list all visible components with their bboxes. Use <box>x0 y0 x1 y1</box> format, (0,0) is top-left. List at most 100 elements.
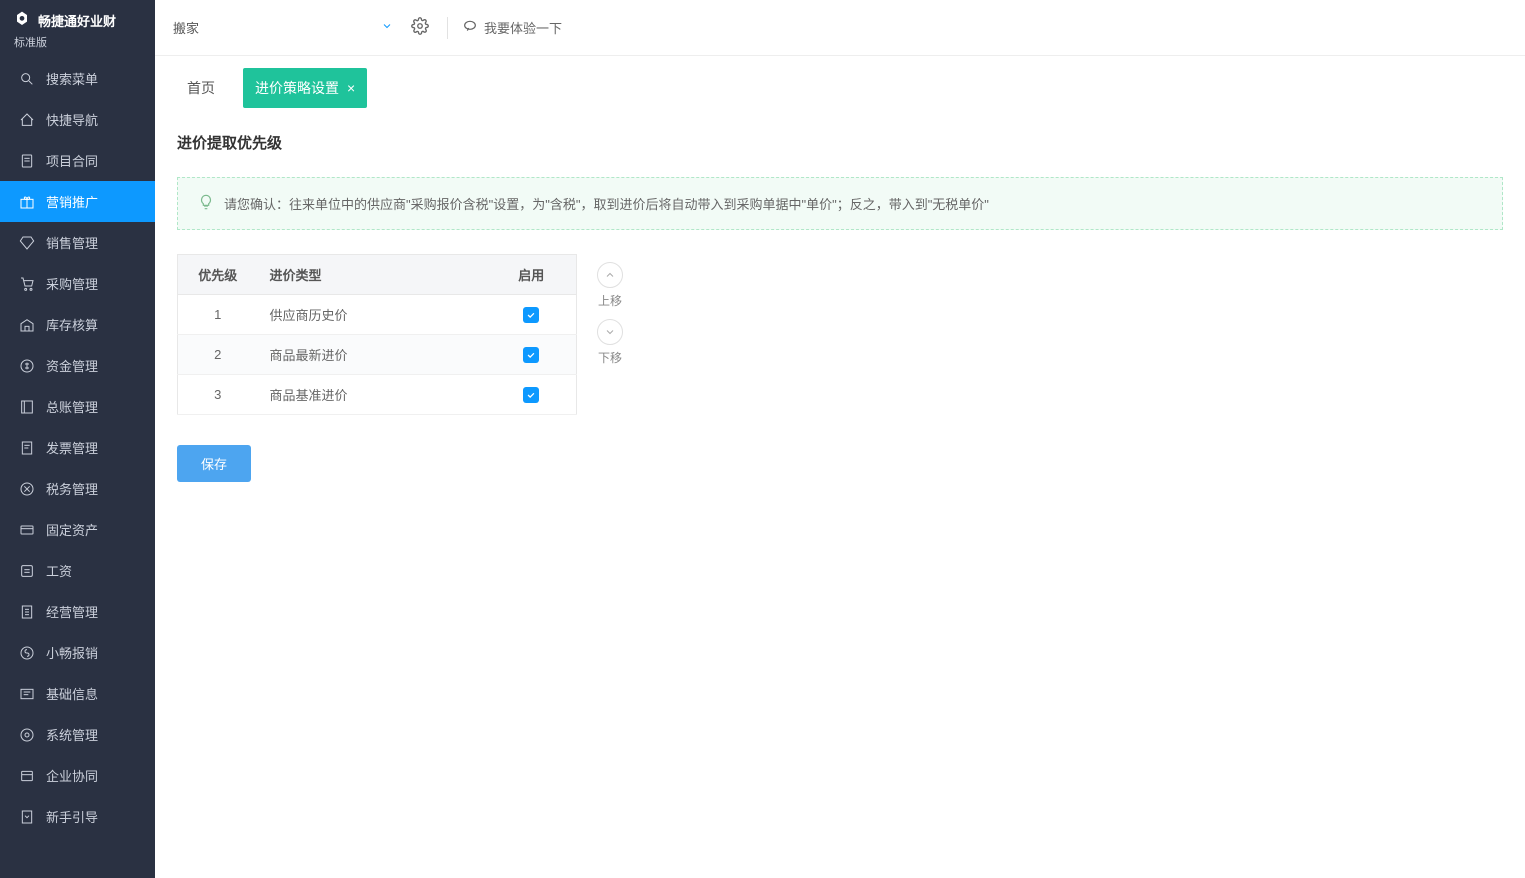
sidebar-item-label: 税务管理 <box>46 479 98 498</box>
collab-icon <box>18 767 36 785</box>
sidebar-item-2[interactable]: 项目合同 <box>0 140 155 181</box>
logo-icon <box>12 10 32 30</box>
home-icon <box>18 111 36 129</box>
tenant-select[interactable]: 搬家 <box>173 18 393 37</box>
sidebar-item-15[interactable]: 基础信息 <box>0 673 155 714</box>
sidebar-item-label: 经营管理 <box>46 602 98 621</box>
col-priority: 优先级 <box>178 255 258 295</box>
manage-icon <box>18 603 36 621</box>
sidebar-item-9[interactable]: 发票管理 <box>0 427 155 468</box>
experience-label: 我要体验一下 <box>484 18 562 37</box>
gift-icon <box>18 193 36 211</box>
guide-icon <box>18 808 36 826</box>
sidebar-item-label: 新手引导 <box>46 807 98 826</box>
table-row[interactable]: 1 供应商历史价 <box>178 295 577 335</box>
ledger-icon <box>18 398 36 416</box>
sidebar-item-label: 快捷导航 <box>46 110 98 129</box>
sidebar-item-label: 营销推广 <box>46 192 98 211</box>
sidebar-item-label: 基础信息 <box>46 684 98 703</box>
cell-priority: 1 <box>178 295 258 335</box>
system-icon <box>18 726 36 744</box>
move-up-label: 上移 <box>598 292 622 309</box>
cell-enable <box>487 295 577 335</box>
info-icon <box>18 685 36 703</box>
cell-type: 供应商历史价 <box>258 295 487 335</box>
sidebar-item-0[interactable]: 搜索菜单 <box>0 58 155 99</box>
cell-type: 商品基准进价 <box>258 375 487 415</box>
sidebar-item-16[interactable]: 系统管理 <box>0 714 155 755</box>
sidebar-item-label: 采购管理 <box>46 274 98 293</box>
topbar: 搬家 我要体验一下 <box>155 0 1525 56</box>
sidebar-item-11[interactable]: 固定资产 <box>0 509 155 550</box>
tab-price-strategy[interactable]: 进价策略设置 × <box>243 68 367 108</box>
cell-enable <box>487 375 577 415</box>
divider <box>447 17 448 39</box>
tab-close-icon[interactable]: × <box>347 80 355 96</box>
main: 搬家 我要体验一下 首页 进价策略设置 × <box>155 0 1525 878</box>
table-row[interactable]: 2 商品最新进价 <box>178 335 577 375</box>
experience-button[interactable]: 我要体验一下 <box>462 18 562 37</box>
table-row[interactable]: 3 商品基准进价 <box>178 375 577 415</box>
sidebar-item-label: 固定资产 <box>46 520 98 539</box>
expense-icon <box>18 644 36 662</box>
cart-icon <box>18 275 36 293</box>
move-down-button[interactable] <box>597 319 623 345</box>
move-controls: 上移 下移 <box>597 254 623 372</box>
salary-icon <box>18 562 36 580</box>
cell-type: 商品最新进价 <box>258 335 487 375</box>
tabs: 首页 进价策略设置 × <box>155 56 1525 108</box>
cell-priority: 3 <box>178 375 258 415</box>
tab-home[interactable]: 首页 <box>173 68 229 108</box>
check-icon[interactable] <box>523 307 539 323</box>
sidebar-item-6[interactable]: 库存核算 <box>0 304 155 345</box>
sidebar-item-18[interactable]: 新手引导 <box>0 796 155 837</box>
sidebar-item-14[interactable]: 小畅报销 <box>0 632 155 673</box>
settings-button[interactable] <box>407 13 433 42</box>
check-icon[interactable] <box>523 387 539 403</box>
bulb-icon <box>198 194 214 213</box>
content: 进价提取优先级 请您确认：往来单位中的供应商"采购报价含税"设置，为"含税"，取… <box>155 108 1525 506</box>
col-type: 进价类型 <box>258 255 487 295</box>
document-icon <box>18 152 36 170</box>
search-icon <box>18 70 36 88</box>
col-enable: 启用 <box>487 255 577 295</box>
sidebar: 畅捷通好业财 标准版 搜索菜单快捷导航项目合同营销推广销售管理采购管理库存核算资… <box>0 0 155 878</box>
sidebar-item-13[interactable]: 经营管理 <box>0 591 155 632</box>
sidebar-item-label: 企业协同 <box>46 766 98 785</box>
sidebar-item-3[interactable]: 营销推广 <box>0 181 155 222</box>
sidebar-item-label: 总账管理 <box>46 397 98 416</box>
page-title: 进价提取优先级 <box>177 132 1503 153</box>
chat-icon <box>462 18 478 37</box>
table-area: 优先级 进价类型 启用 1 供应商历史价 2 商品最新进价 3 商品基准进价 <box>177 254 1503 415</box>
chevron-down-icon <box>381 20 393 35</box>
sidebar-item-label: 系统管理 <box>46 725 98 744</box>
invoice-icon <box>18 439 36 457</box>
nav-list: 搜索菜单快捷导航项目合同营销推广销售管理采购管理库存核算资金管理总账管理发票管理… <box>0 58 155 878</box>
app-edition: 标准版 <box>0 34 155 58</box>
diamond-icon <box>18 234 36 252</box>
tab-label: 进价策略设置 <box>255 78 339 98</box>
move-up-button[interactable] <box>597 262 623 288</box>
app-name: 畅捷通好业财 <box>38 11 116 30</box>
money-icon <box>18 357 36 375</box>
sidebar-item-7[interactable]: 资金管理 <box>0 345 155 386</box>
asset-icon <box>18 521 36 539</box>
tax-icon <box>18 480 36 498</box>
sidebar-item-1[interactable]: 快捷导航 <box>0 99 155 140</box>
sidebar-item-12[interactable]: 工资 <box>0 550 155 591</box>
save-button[interactable]: 保存 <box>177 445 251 482</box>
warehouse-icon <box>18 316 36 334</box>
check-icon[interactable] <box>523 347 539 363</box>
sidebar-item-label: 资金管理 <box>46 356 98 375</box>
cell-priority: 2 <box>178 335 258 375</box>
sidebar-item-10[interactable]: 税务管理 <box>0 468 155 509</box>
sidebar-item-8[interactable]: 总账管理 <box>0 386 155 427</box>
sidebar-item-5[interactable]: 采购管理 <box>0 263 155 304</box>
sidebar-item-label: 项目合同 <box>46 151 98 170</box>
sidebar-item-label: 搜索菜单 <box>46 69 98 88</box>
tip-text: 请您确认：往来单位中的供应商"采购报价含税"设置，为"含税"，取到进价后将自动带… <box>224 194 989 213</box>
sidebar-item-label: 小畅报销 <box>46 643 98 662</box>
sidebar-item-17[interactable]: 企业协同 <box>0 755 155 796</box>
sidebar-item-4[interactable]: 销售管理 <box>0 222 155 263</box>
logo-area: 畅捷通好业财 <box>0 0 155 34</box>
